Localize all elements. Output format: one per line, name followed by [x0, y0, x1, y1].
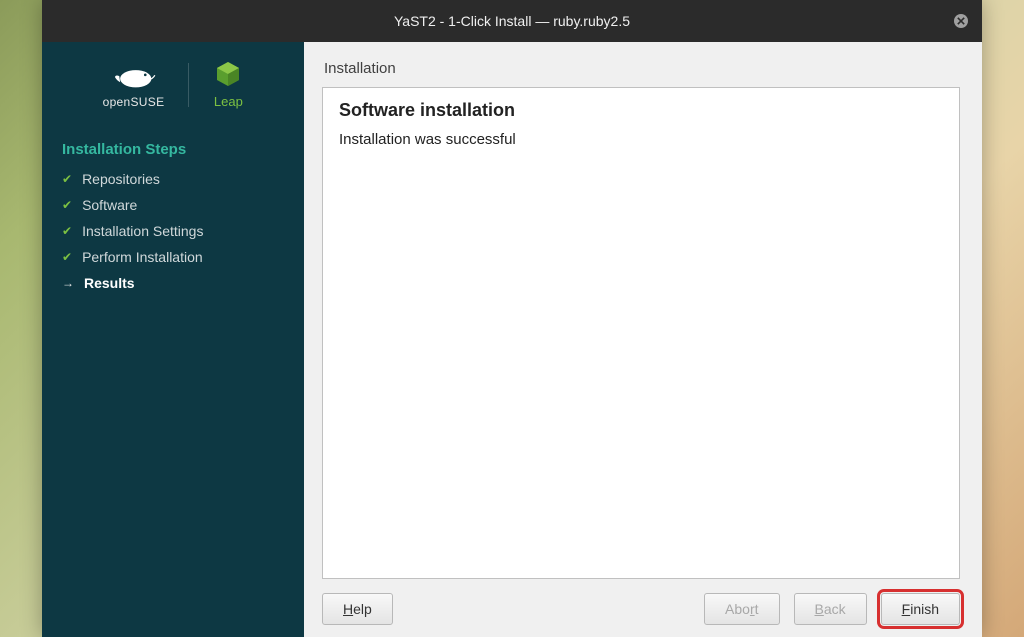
step-label: Installation Settings — [82, 223, 203, 239]
content-panel: Software installation Installation was s… — [322, 87, 960, 579]
step-label: Perform Installation — [82, 249, 203, 265]
opensuse-brand: openSUSE — [103, 61, 165, 109]
help-button[interactable]: Help — [322, 593, 393, 625]
main-header: Installation — [322, 60, 960, 87]
step-label: Results — [84, 275, 135, 291]
content-title: Software installation — [339, 100, 943, 121]
check-icon: ✔ — [62, 224, 72, 238]
button-row: Help Abort Back Finish — [322, 579, 960, 625]
window-title: YaST2 - 1-Click Install — ruby.ruby2.5 — [394, 13, 630, 29]
content-message: Installation was successful — [339, 131, 943, 148]
finish-button[interactable]: Finish — [881, 593, 960, 625]
opensuse-label: openSUSE — [103, 95, 165, 109]
step-installation-settings: ✔ Installation Settings — [42, 218, 304, 244]
step-label: Software — [82, 197, 137, 213]
chameleon-icon — [108, 61, 160, 93]
check-icon: ✔ — [62, 198, 72, 212]
window-body: openSUSE Leap Installation Steps ✔ Repos… — [42, 42, 982, 637]
step-results: → Results — [42, 270, 304, 296]
close-icon — [957, 17, 965, 25]
brand-row: openSUSE Leap — [42, 60, 304, 129]
arrow-right-icon: → — [62, 276, 74, 290]
sidebar: openSUSE Leap Installation Steps ✔ Repos… — [42, 42, 304, 637]
step-software: ✔ Software — [42, 192, 304, 218]
steps-header: Installation Steps — [42, 129, 304, 166]
step-label: Repositories — [82, 171, 160, 187]
leap-icon — [213, 60, 243, 90]
brand-divider — [188, 63, 189, 107]
check-icon: ✔ — [62, 250, 72, 264]
check-icon: ✔ — [62, 172, 72, 186]
titlebar: YaST2 - 1-Click Install — ruby.ruby2.5 — [42, 0, 982, 42]
abort-button[interactable]: Abort — [704, 593, 779, 625]
step-perform-installation: ✔ Perform Installation — [42, 244, 304, 270]
close-button[interactable] — [954, 14, 968, 28]
main-content: Installation Software installation Insta… — [304, 42, 982, 637]
back-button[interactable]: Back — [794, 593, 867, 625]
installer-window: YaST2 - 1-Click Install — ruby.ruby2.5 o… — [42, 0, 982, 637]
leap-brand: Leap — [213, 60, 243, 109]
step-repositories: ✔ Repositories — [42, 166, 304, 192]
leap-label: Leap — [214, 94, 243, 109]
